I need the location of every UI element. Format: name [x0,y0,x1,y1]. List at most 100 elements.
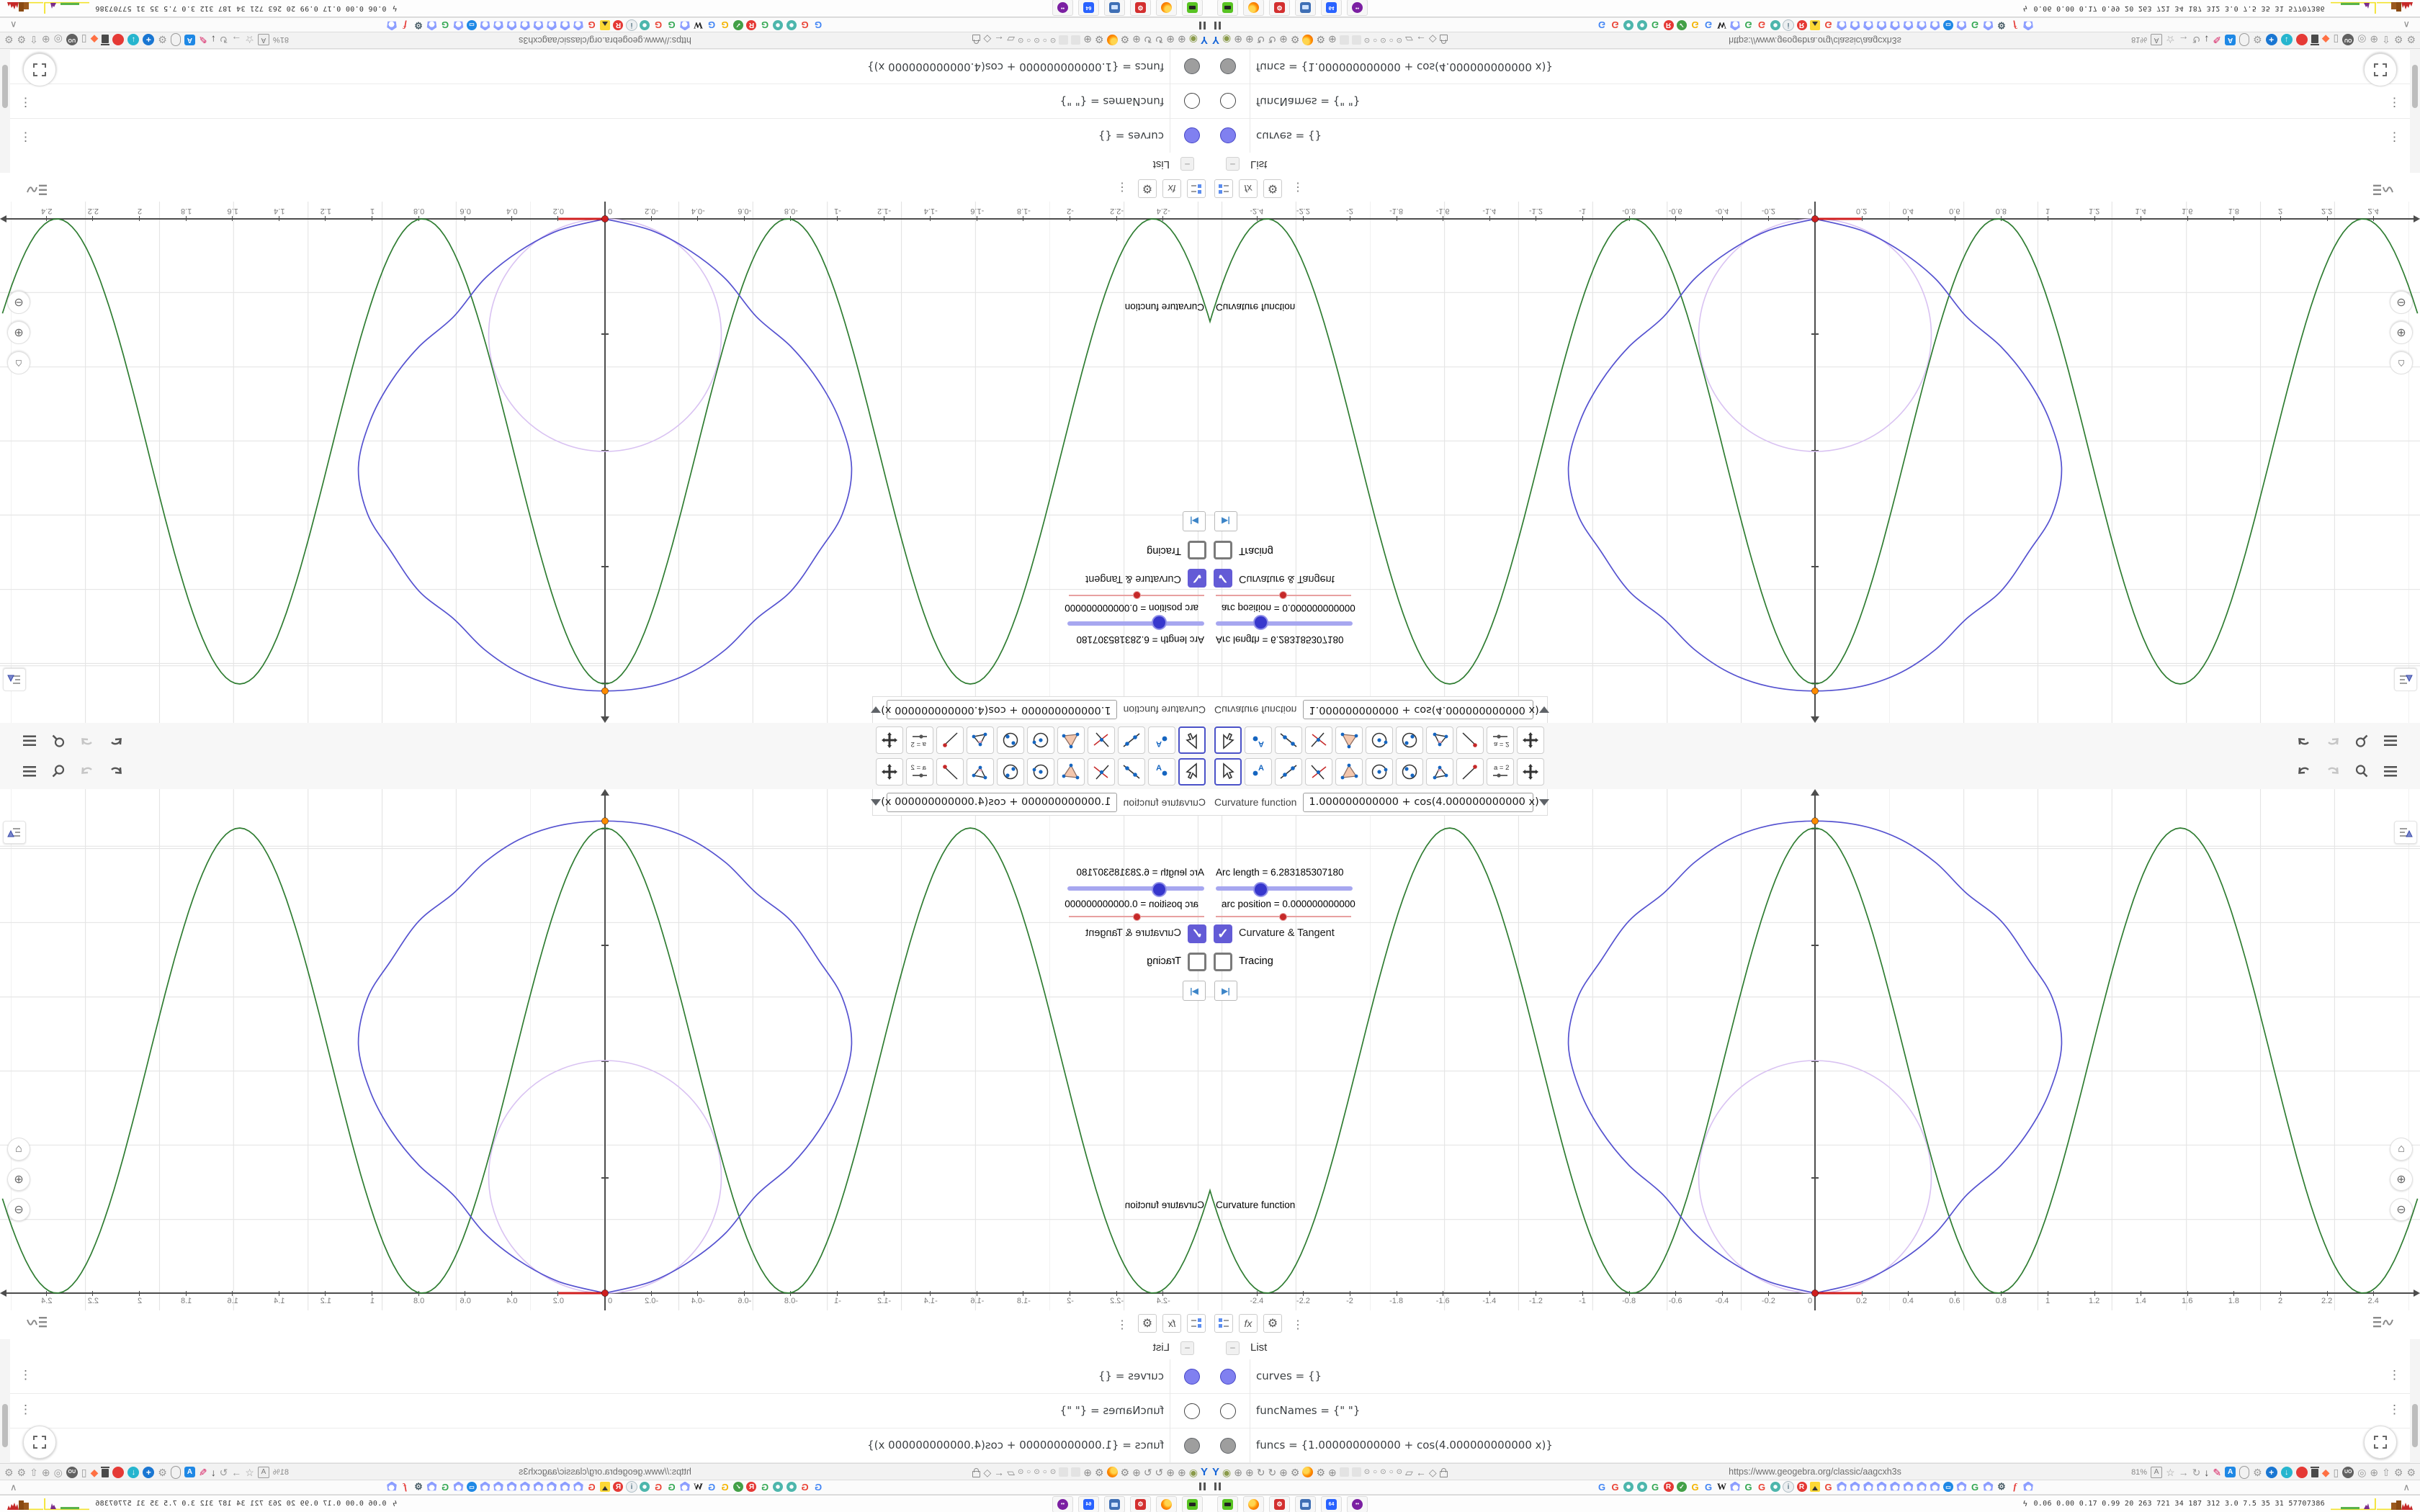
tool-slider-button[interactable]: a = 2 [1487,758,1514,786]
gear-icon[interactable]: ⚙ [1138,1314,1157,1333]
fx-icon[interactable]: fx [1162,179,1181,198]
row-kebab-menu-icon[interactable]: ⋮ [19,130,32,144]
taskbar-app-monitor[interactable] [1104,0,1125,16]
tree-view-icon[interactable] [1214,1314,1233,1333]
tracing-checkbox-label[interactable]: Tracing [1239,545,1273,557]
tool-polygon-button[interactable] [1057,758,1085,786]
tab-favicon-G-green[interactable]: G [666,1481,678,1493]
arc-length-slider[interactable] [1067,615,1204,630]
donut-extension-icon[interactable]: ◉ [1189,35,1198,46]
tab-favicon-flower[interactable] [493,19,504,31]
shield-icon[interactable]: ◇ [983,35,991,46]
tool-intersect-lines-button[interactable] [1305,726,1332,754]
arc-position-slider-handle[interactable] [1279,591,1287,599]
fx-icon[interactable]: fx [1239,1314,1258,1333]
share-diamond-icon[interactable]: ◆ [91,1467,99,1478]
globe-icon[interactable]: ⊕ [1132,35,1141,46]
tab-favicon-G-green[interactable]: G [666,19,678,31]
dropdown-caret-icon[interactable] [1538,706,1549,714]
algebra-panel-toggle-icon[interactable] [26,1315,48,1331]
fullscreen-button[interactable] [23,1426,56,1459]
dot-circle-icon[interactable]: ⊙ [1397,37,1402,45]
capsule-icon[interactable] [2239,33,2250,47]
redo-dot-icon[interactable]: ↻ [1268,35,1276,46]
tab-favicon-info[interactable]: i [626,19,637,31]
arc-position-slider-handle[interactable] [1279,913,1287,921]
add-extension-icon[interactable]: + [2265,34,2277,46]
zoom-level-badge[interactable]: 81% [273,36,289,45]
redo-icon[interactable] [2323,732,2342,750]
tree-view-icon[interactable] [1214,179,1233,198]
folder-icon[interactable]: ▱ [1405,1467,1413,1477]
gear-icon[interactable]: ⚙ [1263,1314,1282,1333]
menu-icon[interactable] [2381,732,2400,750]
gear-icon[interactable]: ⚙ [1121,35,1130,46]
tab-favicon-G-yellow[interactable]: G [720,19,731,31]
tab-favicon-flower[interactable] [519,1481,531,1493]
gear-icon[interactable]: ⚙ [2394,1467,2403,1477]
algebra-row[interactable]: curves = {} ⋮ [1210,1359,2420,1394]
disabled-extension-icon[interactable] [1351,1467,1361,1477]
scrollbar-thumb[interactable] [2412,1404,2418,1447]
capsule-icon[interactable] [2239,1465,2250,1479]
capsule-icon[interactable] [170,1465,181,1479]
gear-icon[interactable]: ⚙ [1291,35,1300,46]
recorder-icon[interactable] [112,34,125,46]
chevron-up-icon[interactable]: ∧ [10,19,17,30]
tool-point-button[interactable]: A [1148,726,1175,754]
fullscreen-button[interactable] [2364,53,2397,86]
tab-favicon-flower[interactable] [386,1481,398,1493]
tracing-checkbox[interactable] [1188,953,1206,971]
zoom-out-button[interactable]: ⊖ [7,291,30,314]
circle-icon[interactable]: ○ [1389,1468,1394,1476]
add-extension-icon[interactable]: + [143,34,155,46]
forward-icon[interactable]: → [2179,1467,2189,1477]
gear-icon[interactable]: ⚙ [1291,1467,1300,1477]
phone-icon[interactable]: ▯ [81,1467,87,1478]
gear-icon[interactable]: ⚙ [2406,35,2416,46]
tab-favicon-G-green[interactable]: G [1649,19,1661,31]
taskbar-app-monitor[interactable] [1104,1496,1125,1512]
tab-favicon-flower[interactable] [1983,19,1994,31]
tool-polygon-button[interactable] [1335,758,1363,786]
tool-pan-view-button[interactable] [1517,726,1544,754]
url-text[interactable]: https://www.geogebra.org/classic/aagcxh3… [519,35,691,45]
algebra-row[interactable]: funcs = {1.000000000000 + cos(4.00000000… [0,49,1210,84]
tab-favicon-flower[interactable] [560,1481,571,1493]
marker-icon[interactable]: ✎ [199,1467,207,1478]
globe-icon[interactable]: ⊕ [1279,35,1288,46]
tab-favicon-G-green[interactable]: G [759,1481,771,1493]
tab-favicon-flower[interactable] [1889,1481,1901,1493]
phone-icon[interactable]: ▯ [81,35,87,46]
algebra-row[interactable]: funcs = {1.000000000000 + cos(4.00000000… [1210,1428,2420,1463]
collapse-list-button[interactable]: – [1226,1341,1240,1355]
algebra-row[interactable]: funcs = {1.000000000000 + cos(4.00000000… [0,1428,1210,1463]
curvature-tangent-checkbox[interactable]: ✓ [1214,924,1232,943]
uo-extension-icon[interactable]: UO [66,34,78,46]
graphics-stylebar-toggle[interactable] [3,668,26,691]
lock-icon[interactable] [1439,1467,1448,1477]
tab-favicon-flower[interactable] [1983,1481,1994,1493]
marker-icon[interactable]: ✎ [199,35,207,46]
skip-to-end-button[interactable]: ▶| [1183,511,1206,531]
forward-icon[interactable]: → [231,1467,241,1478]
translate-icon[interactable]: A [2151,1466,2163,1478]
share-diamond-icon[interactable]: ◆ [2322,35,2330,46]
taskbar-app-floppy-64[interactable]: 64 [1321,0,1342,16]
translate-blue-icon[interactable]: A [184,35,195,45]
tracing-checkbox-label[interactable]: Tracing [1147,955,1181,967]
proxy-funnel-icon[interactable]: Y [1201,1466,1208,1478]
tab-favicon-bubble-blue[interactable]: ▭ [1942,1481,1954,1493]
zoom-out-button[interactable]: ⊖ [2390,1198,2413,1221]
tab-favicon-flower[interactable] [1903,1481,1914,1493]
taskbar-app-red-gear[interactable]: ⚙ [1269,1496,1290,1512]
folder-icon[interactable]: ▱ [1405,35,1413,46]
tab-favicon-G-blue[interactable]: G [812,1481,824,1493]
tab-favicon-yandex[interactable]: R [613,1481,624,1493]
algebra-row[interactable]: curves = {} ⋮ [0,118,1210,153]
globe-icon[interactable]: ⊕ [1279,1467,1288,1477]
dot-circle-icon[interactable]: ⊙ [1380,37,1386,45]
zoom-out-button[interactable]: ⊖ [2390,291,2413,314]
circle-icon[interactable]: ○ [1373,37,1377,45]
disabled-extension-icon[interactable] [1339,1467,1349,1477]
